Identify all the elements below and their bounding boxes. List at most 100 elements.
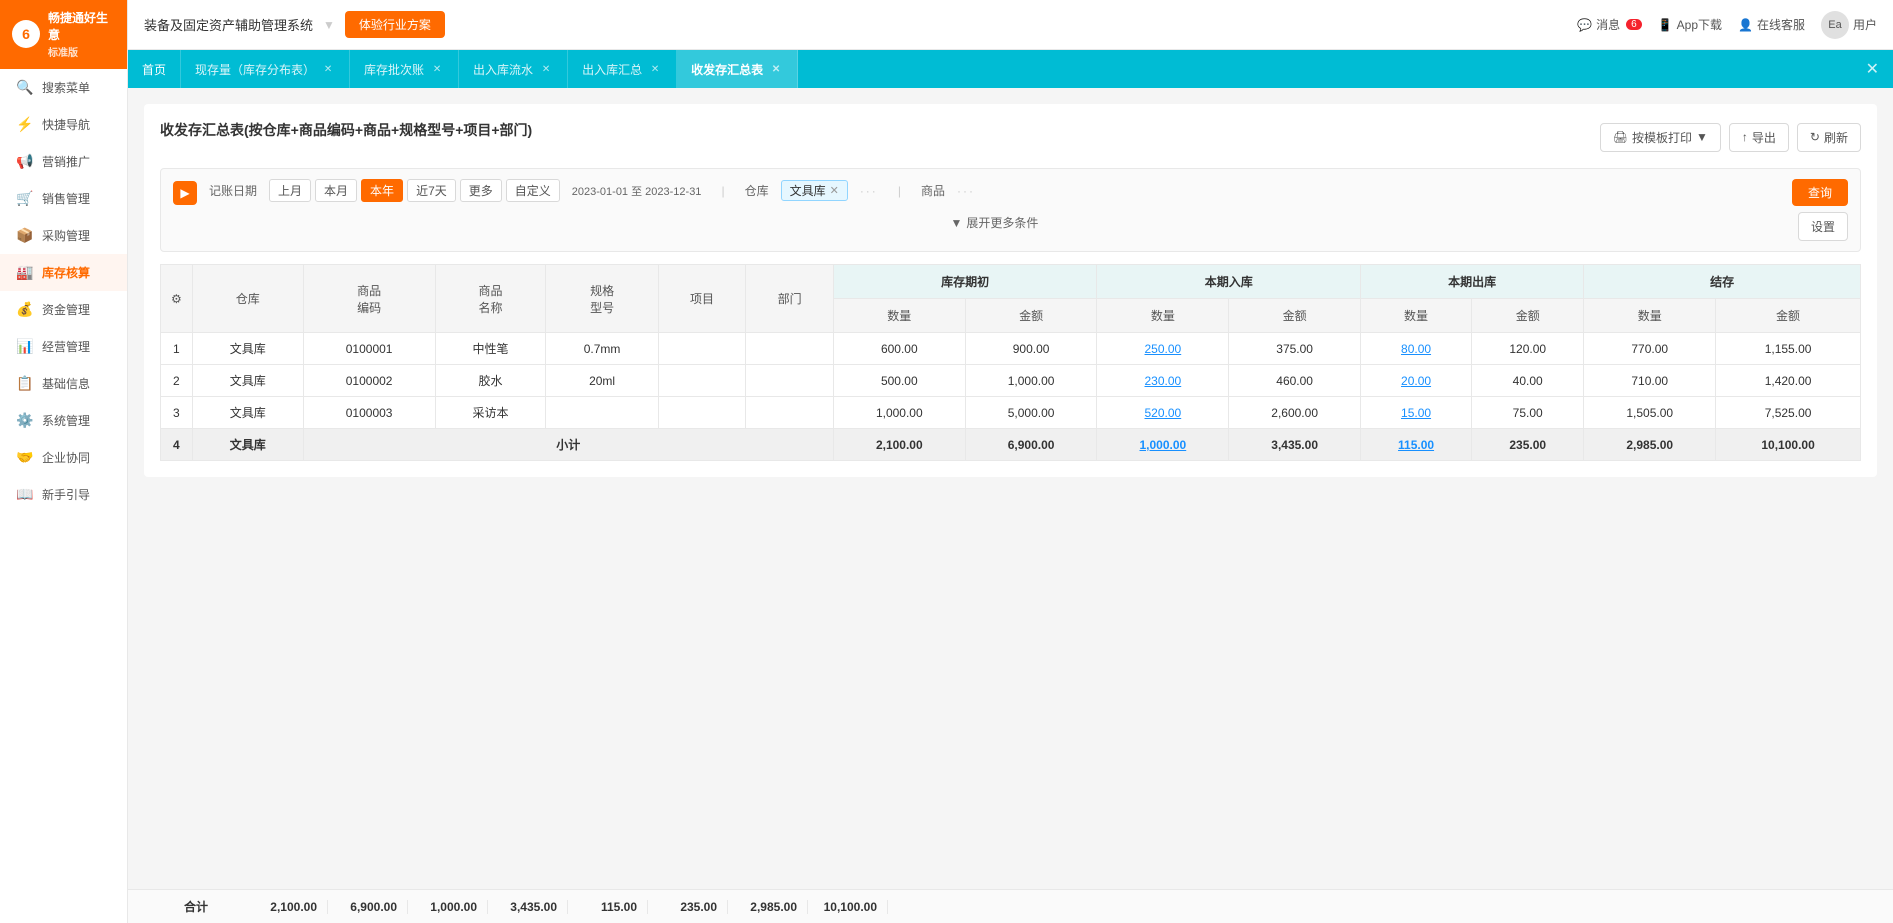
cell-warehouse: 文具库 — [192, 333, 303, 365]
sidebar-item-system[interactable]: ⚙️系统管理 — [0, 402, 127, 439]
cell-in-amt: 2,600.00 — [1229, 397, 1361, 429]
logo-icon: 6 — [12, 20, 40, 48]
sidebar-item-quick[interactable]: ⚡快捷导航 — [0, 106, 127, 143]
tab-flow[interactable]: 出入库流水✕ — [459, 50, 568, 88]
col-in-qty: 数量 — [1097, 299, 1229, 333]
date-btn-本月[interactable]: 本月 — [315, 179, 357, 202]
tab-receipt[interactable]: 收发存汇总表✕ — [677, 50, 798, 88]
subtotal-out-amt: 235.00 — [1472, 429, 1584, 461]
table-settings-icon[interactable]: ⚙ — [161, 265, 193, 333]
expand-more-btn[interactable]: ▼ 展开更多条件 — [209, 214, 1780, 231]
experience-btn[interactable]: 体验行业方案 — [345, 11, 445, 38]
total-label-text: 合计 — [184, 898, 208, 915]
user-btn[interactable]: Ea 用户 — [1821, 11, 1877, 39]
cell-out-qty[interactable]: 20.00 — [1361, 365, 1472, 397]
date-label: 记账日期 — [209, 182, 257, 199]
sidebar-item-operations[interactable]: 📊经营管理 — [0, 328, 127, 365]
message-btn[interactable]: 💬 消息 6 — [1577, 16, 1642, 33]
app-download-btn[interactable]: 📱 App下载 — [1658, 16, 1722, 33]
col-closing-amt: 金额 — [1716, 299, 1861, 333]
query-btn[interactable]: 查询 — [1792, 179, 1848, 206]
total-cell-0: 2,100.00 — [248, 900, 328, 914]
goods-dots[interactable]: ··· — [957, 184, 975, 198]
cell-closing-amt: 7,525.00 — [1716, 397, 1861, 429]
subtotal-out-qty[interactable]: 115.00 — [1361, 429, 1472, 461]
tab-label-home: 首页 — [142, 61, 166, 78]
warehouse-dots[interactable]: ··· — [860, 184, 878, 198]
cell-in-qty[interactable]: 520.00 — [1097, 397, 1229, 429]
cell-out-qty[interactable]: 15.00 — [1361, 397, 1472, 429]
table-row: 3 文具库 0100003 采访本 1,000.00 5,000.00 520.… — [161, 397, 1861, 429]
tab-home[interactable]: 首页 — [128, 50, 181, 88]
warehouse-tag-close[interactable]: ✕ — [830, 184, 839, 197]
sidebar-label-basic: 基础信息 — [42, 375, 90, 392]
cell-in-qty[interactable]: 250.00 — [1097, 333, 1229, 365]
cell-closing-amt: 1,420.00 — [1716, 365, 1861, 397]
cell-in-qty[interactable]: 230.00 — [1097, 365, 1229, 397]
cell-goods-name: 采访本 — [435, 397, 546, 429]
tab-summary[interactable]: 出入库汇总✕ — [568, 50, 677, 88]
sidebar-label-finance: 资金管理 — [42, 301, 90, 318]
sidebar-item-search[interactable]: 🔍搜索菜单 — [0, 69, 127, 106]
filter-toggle-btn[interactable]: ▶ — [173, 181, 197, 205]
export-btn[interactable]: ↑ 导出 — [1729, 123, 1789, 152]
print-btn[interactable]: 🖨 按模板打印 ▼ — [1600, 123, 1721, 152]
subtotal-label: 小计 — [303, 429, 833, 461]
tab-close-flow[interactable]: ✕ — [539, 62, 553, 76]
refresh-icon: ↻ — [1810, 130, 1820, 144]
warehouse-filter-label: 仓库 — [745, 182, 769, 199]
online-support-btn[interactable]: 👤 在线客服 — [1738, 16, 1805, 33]
table-row: 1 文具库 0100001 中性笔 0.7mm 600.00 900.00 25… — [161, 333, 1861, 365]
sidebar-item-sales[interactable]: 🛒销售管理 — [0, 180, 127, 217]
sidebar-item-inventory[interactable]: 🏭库存核算 — [0, 254, 127, 291]
tab-close-batch[interactable]: ✕ — [430, 62, 444, 76]
date-btn-更多[interactable]: 更多 — [460, 179, 502, 202]
date-btn-近7天[interactable]: 近7天 — [407, 179, 456, 202]
tab-close-receipt[interactable]: ✕ — [769, 62, 783, 76]
subtotal-no: 4 — [161, 429, 193, 461]
refresh-btn[interactable]: ↻ 刷新 — [1797, 123, 1861, 152]
total-cell-3: 3,435.00 — [488, 900, 568, 914]
sidebar-label-sales: 销售管理 — [42, 190, 90, 207]
tab-stock[interactable]: 现存量（库存分布表）✕ — [181, 50, 350, 88]
sidebar-item-enterprise[interactable]: 🤝企业协同 — [0, 439, 127, 476]
cell-project — [658, 365, 746, 397]
export-icon: ↑ — [1742, 130, 1748, 144]
data-table: ⚙ 仓库 商品编码 商品名称 规格型号 项目 部门 库存期初 本期入库 本期出库… — [160, 264, 1861, 461]
col-goods-code: 商品编码 — [303, 265, 435, 333]
tab-bar-close-btn[interactable]: ✕ — [1852, 50, 1893, 88]
cell-goods-spec: 0.7mm — [546, 333, 658, 365]
subtotal-row: 4 文具库 小计 2,100.00 6,900.00 1,000.00 3,43… — [161, 429, 1861, 461]
message-icon: 💬 — [1577, 18, 1592, 32]
sidebar-item-finance[interactable]: 💰资金管理 — [0, 291, 127, 328]
sidebar-item-purchase[interactable]: 📦采购管理 — [0, 217, 127, 254]
date-btn-上月[interactable]: 上月 — [269, 179, 311, 202]
cell-out-amt: 75.00 — [1472, 397, 1584, 429]
tab-container: 首页现存量（库存分布表）✕库存批次账✕出入库流水✕出入库汇总✕收发存汇总表✕ — [128, 50, 1852, 88]
sidebar-nav: 🔍搜索菜单⚡快捷导航📢营销推广🛒销售管理📦采购管理🏭库存核算💰资金管理📊经营管理… — [0, 69, 127, 923]
cell-closing-qty: 1,505.00 — [1584, 397, 1716, 429]
filter-settings-btn[interactable]: 设置 — [1798, 212, 1848, 241]
page-container: 收发存汇总表(按仓库+商品编码+商品+规格型号+项目+部门) 🖨 按模板打印 ▼… — [144, 104, 1877, 477]
cell-out-qty[interactable]: 80.00 — [1361, 333, 1472, 365]
date-btn-本年[interactable]: 本年 — [361, 179, 403, 202]
tab-close-stock[interactable]: ✕ — [321, 62, 335, 76]
sidebar-item-basic[interactable]: 📋基础信息 — [0, 365, 127, 402]
cell-goods-spec: 20ml — [546, 365, 658, 397]
date-btn-自定义[interactable]: 自定义 — [506, 179, 560, 202]
warehouse-tag[interactable]: 文具库 ✕ — [781, 180, 848, 201]
cell-department — [746, 365, 834, 397]
cell-project — [658, 333, 746, 365]
avatar: Ea — [1821, 11, 1849, 39]
subtotal-in-qty[interactable]: 1,000.00 — [1097, 429, 1229, 461]
tab-close-summary[interactable]: ✕ — [648, 62, 662, 76]
sidebar-item-marketing[interactable]: 📢营销推广 — [0, 143, 127, 180]
tab-batch[interactable]: 库存批次账 ✕ — [350, 50, 459, 88]
col-out-qty: 数量 — [1361, 299, 1472, 333]
total-cell-5: 235.00 — [648, 900, 728, 914]
col-warehouse: 仓库 — [192, 265, 303, 333]
download-icon: 📱 — [1658, 18, 1673, 32]
tab-label-batch: 库存批次账 — [364, 61, 424, 78]
sidebar-label-enterprise: 企业协同 — [42, 449, 90, 466]
sidebar-item-guide[interactable]: 📖新手引导 — [0, 476, 127, 513]
